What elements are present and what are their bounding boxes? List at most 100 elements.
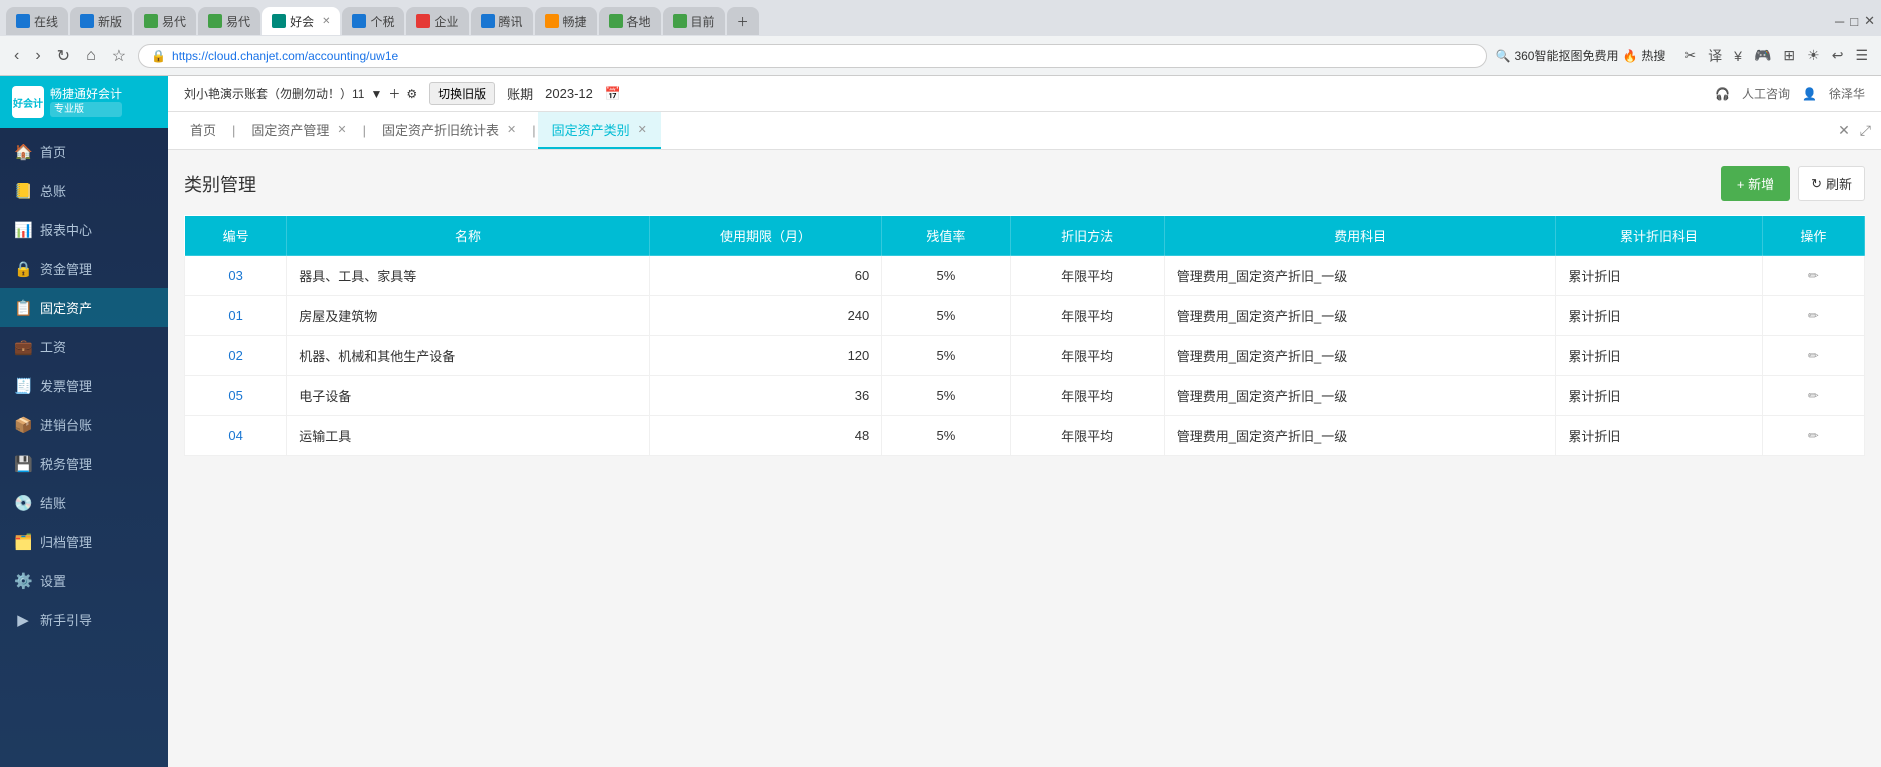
tab-close-action[interactable]: ✕ xyxy=(1836,120,1852,141)
tab-restore-btn[interactable]: □ xyxy=(1850,14,1858,29)
browser-tab-2[interactable]: 新版 xyxy=(70,7,132,35)
url-box[interactable]: 🔒 https://cloud.chanjet.com/accounting/u… xyxy=(138,44,1487,68)
sidebar-item-archive[interactable]: 🗂️ 归档管理 xyxy=(0,522,168,561)
sidebar-item-guide[interactable]: ▶ 新手引导 xyxy=(0,600,168,639)
currency-icon[interactable]: ¥ xyxy=(1731,45,1745,67)
page-tab-fixed-asset-mgmt[interactable]: 固定资产管理 ✕ xyxy=(237,112,360,149)
edit-btn-2[interactable]: ✏ xyxy=(1808,348,1819,363)
scissors-icon[interactable]: ✂ xyxy=(1681,44,1699,67)
period-value: 2023-12 xyxy=(545,86,593,101)
cell-expense-0: 管理费用_固定资产折旧_一级 xyxy=(1164,256,1556,296)
code-link-0[interactable]: 03 xyxy=(228,268,242,283)
header-right: 🎧 人工咨询 👤 徐泽华 xyxy=(1715,85,1865,102)
browser-tab-3[interactable]: 易代 xyxy=(134,7,196,35)
switch-version-btn[interactable]: 切换旧版 xyxy=(429,82,495,105)
browser-tab-new[interactable]: ＋ xyxy=(727,7,759,35)
tab-icon-1 xyxy=(16,14,30,28)
reload-button[interactable]: ↻ xyxy=(53,44,74,68)
browser-tab-4[interactable]: 易代 xyxy=(198,7,260,35)
sidebar-label-guide: 新手引导 xyxy=(40,610,92,629)
game-icon[interactable]: 🎮 xyxy=(1751,44,1774,67)
browser-tab-close-5[interactable]: ✕ xyxy=(322,16,330,27)
edit-btn-4[interactable]: ✏ xyxy=(1808,428,1819,443)
support-label[interactable]: 人工咨询 xyxy=(1742,85,1790,102)
page-tab-actions: ✕ ⤢ xyxy=(1836,120,1873,141)
tax-icon: 💾 xyxy=(14,455,32,473)
table-header: 编号 名称 使用期限（月） 残值率 折旧方法 费用科目 累计折旧科目 操作 xyxy=(185,216,1865,256)
main-content: 首页 | 固定资产管理 ✕ | 固定资产折旧统计表 ✕ | 固定资产类别 ✕ xyxy=(168,112,1881,767)
grid-icon[interactable]: ⊞ xyxy=(1780,44,1798,67)
sidebar-item-purchase-sale[interactable]: 📦 进销台账 xyxy=(0,405,168,444)
browser-tab-10[interactable]: 各地 xyxy=(599,7,661,35)
page-tab-category-close[interactable]: ✕ xyxy=(638,123,647,136)
tab-minimize-btn[interactable]: ─ xyxy=(1835,14,1844,29)
browser-tab-5[interactable]: 好会 ✕ xyxy=(262,7,340,35)
home-button[interactable]: ⌂ xyxy=(82,45,100,67)
forward-button[interactable]: › xyxy=(31,45,44,67)
cell-name-0: 器具、工具、家具等 xyxy=(287,256,650,296)
sidebar-item-payroll[interactable]: 💼 工资 xyxy=(0,327,168,366)
sidebar-item-closing[interactable]: 💿 结账 xyxy=(0,483,168,522)
search-section: 🔍 360智能抠图免费用 🔥 热搜 xyxy=(1495,47,1665,64)
add-company-icon[interactable]: ＋ xyxy=(388,85,400,102)
translate-icon[interactable]: 译 xyxy=(1705,43,1725,69)
refresh-button[interactable]: ↻ 刷新 xyxy=(1798,166,1865,201)
sidebar-item-invoice[interactable]: 🧾 发票管理 xyxy=(0,366,168,405)
tab-label-7: 企业 xyxy=(434,13,458,30)
cell-expense-1: 管理费用_固定资产折旧_一级 xyxy=(1164,296,1556,336)
sidebar-item-report[interactable]: 📊 报表中心 xyxy=(0,210,168,249)
browser-tab-1[interactable]: 在线 xyxy=(6,7,68,35)
logo-line1: 畅捷通好会计 xyxy=(50,87,122,103)
sidebar-item-funds[interactable]: 🔒 资金管理 xyxy=(0,249,168,288)
browser-chrome: 在线 新版 易代 易代 好会 ✕ 个税 企业 腾讯 xyxy=(0,0,1881,76)
browser-tab-7[interactable]: 企业 xyxy=(406,7,468,35)
sidebar-item-tax[interactable]: 💾 税务管理 xyxy=(0,444,168,483)
cell-accumulated-3: 累计折旧 xyxy=(1556,376,1762,416)
page-tab-category[interactable]: 固定资产类别 ✕ xyxy=(538,112,661,149)
sidebar-item-settings[interactable]: ⚙️ 设置 xyxy=(0,561,168,600)
settings-icon: ⚙️ xyxy=(14,572,32,590)
tab-maximize-action[interactable]: ⤢ xyxy=(1858,120,1873,141)
browser-tab-6[interactable]: 个税 xyxy=(342,7,404,35)
browser-tab-11[interactable]: 目前 xyxy=(663,7,725,35)
edit-btn-3[interactable]: ✏ xyxy=(1808,388,1819,403)
sidebar-item-ledger[interactable]: 📒 总账 xyxy=(0,171,168,210)
cell-method-3: 年限平均 xyxy=(1010,376,1164,416)
browser-tab-8[interactable]: 腾讯 xyxy=(471,7,533,35)
purchase-sale-icon: 📦 xyxy=(14,416,32,434)
sidebar-nav: 🏠 首页 📒 总账 📊 报表中心 🔒 资金管理 📋 固定资产 💼 工资 xyxy=(0,128,168,767)
code-link-2[interactable]: 02 xyxy=(228,348,242,363)
logo-line2: 专业版 xyxy=(50,102,122,117)
page-tab-home[interactable]: 首页 xyxy=(176,112,230,149)
sidebar-logo: 好会计 畅捷通好会计 专业版 xyxy=(0,76,168,128)
code-link-1[interactable]: 01 xyxy=(228,308,242,323)
sidebar-item-fixed-assets[interactable]: 📋 固定资产 xyxy=(0,288,168,327)
bookmark-button[interactable]: ☆ xyxy=(108,44,130,68)
data-table: 编号 名称 使用期限（月） 残值率 折旧方法 费用科目 累计折旧科目 操作 03… xyxy=(184,215,1865,456)
code-link-4[interactable]: 04 xyxy=(228,428,242,443)
edit-btn-1[interactable]: ✏ xyxy=(1808,308,1819,323)
table-row: 03 器具、工具、家具等 60 5% 年限平均 管理费用_固定资产折旧_一级 累… xyxy=(185,256,1865,296)
add-button[interactable]: + 新增 xyxy=(1721,166,1790,201)
company-selector[interactable]: 刘小艳演示账套（勿删勿动！）11 ▼ ＋ ⚙ xyxy=(184,85,417,102)
undo-icon[interactable]: ↩ xyxy=(1829,44,1847,67)
page-tab-depreciation-table[interactable]: 固定资产折旧统计表 ✕ xyxy=(368,112,530,149)
edit-btn-0[interactable]: ✏ xyxy=(1808,268,1819,283)
sidebar-label-home: 首页 xyxy=(40,142,66,161)
sidebar-label-funds: 资金管理 xyxy=(40,259,92,278)
cell-name-4: 运输工具 xyxy=(287,416,650,456)
closing-icon: 💿 xyxy=(14,494,32,512)
browser-tab-9[interactable]: 畅捷 xyxy=(535,7,597,35)
page-tab-mgmt-close[interactable]: ✕ xyxy=(337,123,346,136)
page-tab-depreciation-close[interactable]: ✕ xyxy=(507,123,516,136)
code-link-3[interactable]: 05 xyxy=(228,388,242,403)
brightness-icon[interactable]: ☀ xyxy=(1804,44,1823,67)
table-body: 03 器具、工具、家具等 60 5% 年限平均 管理费用_固定资产折旧_一级 累… xyxy=(185,256,1865,456)
cell-residual-1: 5% xyxy=(882,296,1010,336)
tab-close-btn[interactable]: ✕ xyxy=(1864,13,1875,29)
calendar-icon[interactable]: 📅 xyxy=(605,86,621,102)
menu-icon[interactable]: ☰ xyxy=(1852,44,1871,67)
sidebar-item-home[interactable]: 🏠 首页 xyxy=(0,132,168,171)
back-button[interactable]: ‹ xyxy=(10,45,23,67)
settings-company-icon[interactable]: ⚙ xyxy=(406,87,417,101)
